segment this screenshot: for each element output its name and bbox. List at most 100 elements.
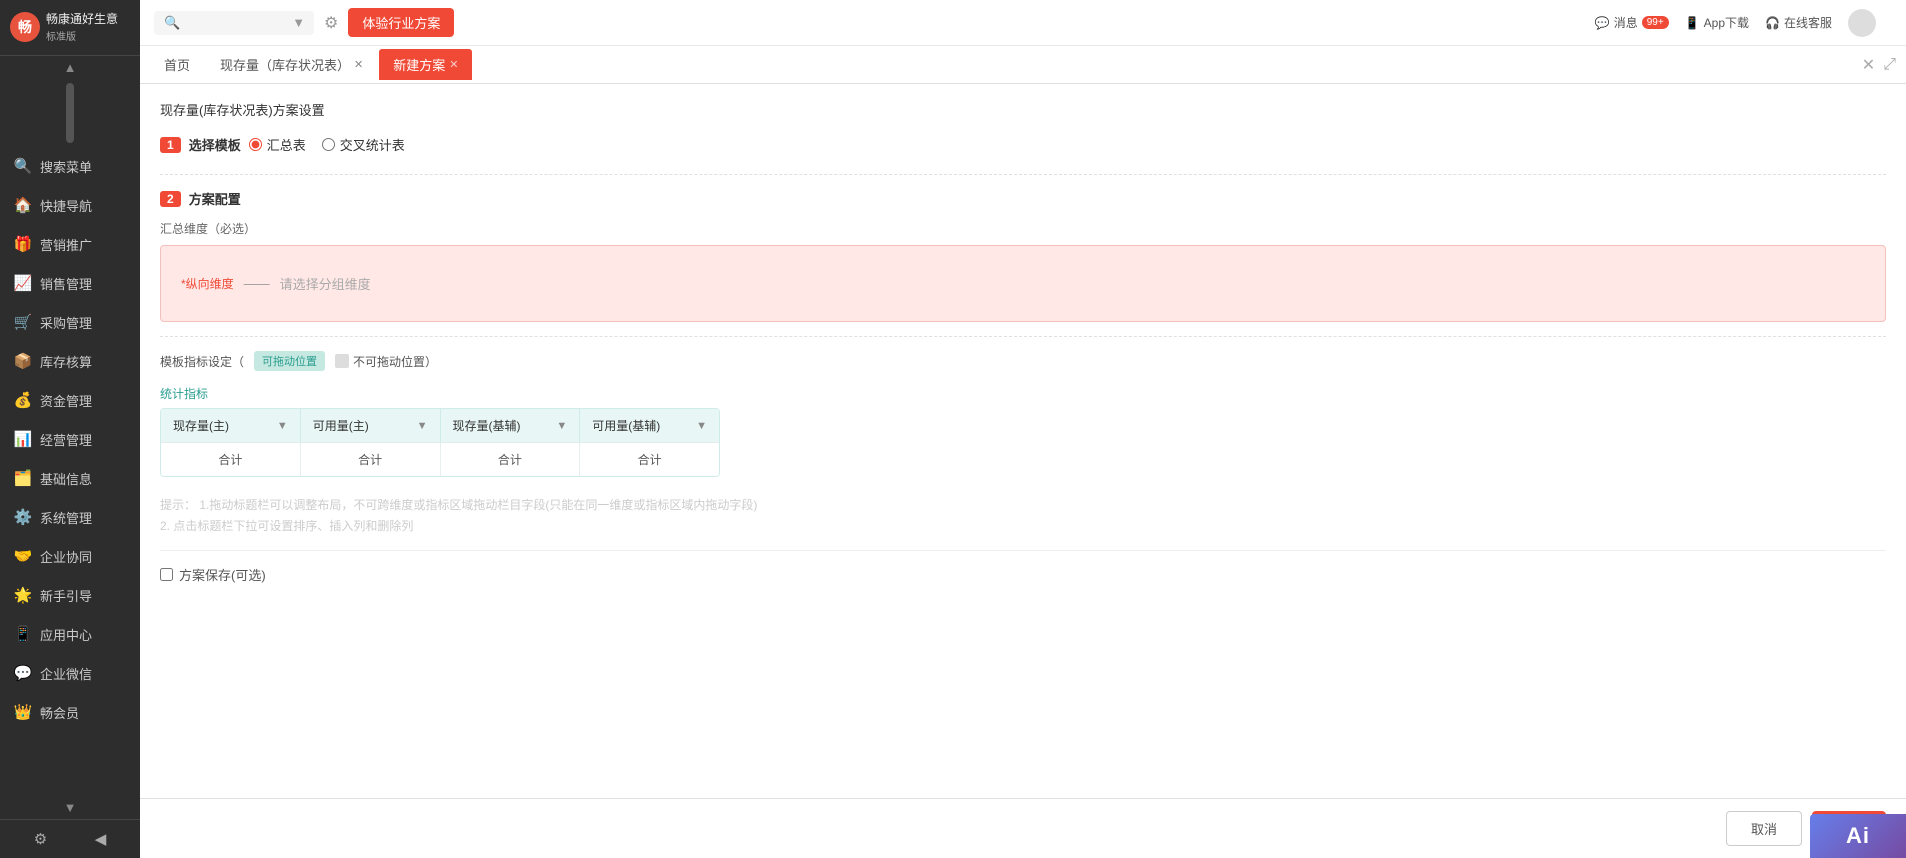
step2-section: 2 方案配置 汇总维度（必选） *纵向维度 —— 请选择分组维度 模板指标设定（… — [160, 189, 1886, 584]
step1-section: 1 选择模板 汇总表 交叉统计表 — [160, 135, 1886, 154]
sidebar-item-inventory[interactable]: 📦 库存核算 — [0, 342, 140, 381]
col-chevron-0[interactable]: ▼ — [277, 420, 288, 432]
summary-table-radio[interactable]: 汇总表 — [249, 135, 306, 154]
save-checkbox[interactable] — [160, 568, 173, 581]
sidebar-item-appstore[interactable]: 📱 应用中心 — [0, 615, 140, 654]
sidebar-item-label: 新手引导 — [40, 586, 92, 605]
tips-area: 提示： 1.拖动标题栏可以调整布局，不可跨维度或指标区域拖动栏目字段(只能在同一… — [160, 496, 1886, 534]
sidebar-item-label: 基础信息 — [40, 469, 92, 488]
sidebar-item-label: 库存核算 — [40, 352, 92, 371]
sidebar-item-label: 企业微信 — [40, 664, 92, 683]
crosstab-radio-input[interactable] — [322, 138, 335, 151]
fixed-indicator: 不可拖动位置） — [335, 353, 437, 370]
summary-radio-input[interactable] — [249, 138, 262, 151]
stats-table-row: 合计 合计 合计 合计 — [161, 442, 719, 476]
sidebar-scrollbar[interactable] — [66, 83, 74, 143]
col-chevron-3[interactable]: ▼ — [696, 420, 707, 432]
new-plan-tab-close-icon[interactable]: ✕ — [449, 58, 458, 71]
template-radio-group: 汇总表 交叉统计表 — [249, 135, 405, 154]
sidebar-scroll-down[interactable]: ▼ — [0, 796, 140, 819]
headset-icon: 🎧 — [1765, 16, 1780, 30]
sidebar-item-search[interactable]: 🔍 搜索菜单 — [0, 147, 140, 186]
search-menu-icon: 🔍 — [14, 157, 32, 175]
topbar-right: 💬 消息 99+ 📱 App下载 🎧 在线客服 — [1595, 9, 1892, 37]
sidebar-item-sales[interactable]: 📈 销售管理 — [0, 264, 140, 303]
search-input[interactable] — [186, 16, 286, 30]
section-divider — [160, 174, 1886, 175]
inventory-tab-label: 现存量（库存状况表） — [220, 55, 350, 74]
sidebar-item-shortcut[interactable]: 🏠 快捷导航 — [0, 186, 140, 225]
message-label: 消息 — [1614, 14, 1638, 31]
stats-col-0: 现存量(主) ▼ — [161, 409, 301, 442]
sidebar-item-label: 采购管理 — [40, 313, 92, 332]
search-box[interactable]: 🔍 ▼ — [154, 11, 314, 35]
col-chevron-2[interactable]: ▼ — [556, 420, 567, 432]
tab-inventory[interactable]: 现存量（库存状况表） ✕ — [206, 49, 377, 80]
app-label: App下载 — [1704, 14, 1749, 31]
search-chevron-icon[interactable]: ▼ — [292, 15, 305, 30]
sidebar-item-basics[interactable]: 🗂️ 基础信息 — [0, 459, 140, 498]
logo-icon: 畅 — [10, 12, 40, 42]
gear-icon[interactable]: ⚙ — [324, 13, 338, 33]
window-close-button[interactable]: ✕ — [1862, 55, 1875, 75]
crosstab-radio[interactable]: 交叉统计表 — [322, 135, 405, 154]
col-name-3: 可用量(基辅) — [592, 417, 660, 434]
sales-icon: 📈 — [14, 274, 32, 292]
collapse-icon[interactable]: ◀ — [95, 830, 107, 848]
stats-cell-2: 合计 — [441, 443, 581, 476]
col-name-0: 现存量(主) — [173, 417, 229, 434]
online-service-button[interactable]: 🎧 在线客服 — [1765, 14, 1832, 31]
step2-header: 2 方案配置 — [160, 189, 1886, 208]
message-button[interactable]: 💬 消息 99+ — [1595, 14, 1669, 31]
stats-col-3: 可用量(基辅) ▼ — [580, 409, 719, 442]
wechat-icon: 💬 — [14, 664, 32, 682]
message-badge: 99+ — [1642, 16, 1669, 29]
shortcut-icon: 🏠 — [14, 196, 32, 214]
industry-plan-button[interactable]: 体验行业方案 — [348, 8, 454, 37]
inventory-tab-close-icon[interactable]: ✕ — [354, 58, 363, 71]
sidebar-item-finance[interactable]: 💰 资金管理 — [0, 381, 140, 420]
new-plan-tab-label: 新建方案 — [393, 55, 445, 74]
fixed-indicator-label: 不可拖动位置） — [353, 353, 437, 370]
bottom-bar: 取消 查询 — [140, 798, 1906, 858]
sidebar-item-label: 营销推广 — [40, 235, 92, 254]
sidebar-item-label: 应用中心 — [40, 625, 92, 644]
indicator-setting-label: 模板指标设定（ — [160, 353, 244, 370]
sidebar-item-system[interactable]: ⚙️ 系统管理 — [0, 498, 140, 537]
step1-title: 选择模板 — [189, 135, 241, 154]
save-checkbox-row: 方案保存(可选) — [160, 550, 1886, 584]
col-chevron-1[interactable]: ▼ — [417, 420, 428, 432]
fixed-indicator-box — [335, 354, 349, 368]
sidebar-item-purchase[interactable]: 🛒 采购管理 — [0, 303, 140, 342]
user-avatar[interactable] — [1848, 9, 1876, 37]
dim-section-label: 汇总维度（必选） — [160, 220, 1886, 237]
tab-new-plan[interactable]: 新建方案 ✕ — [379, 49, 472, 80]
sidebar-item-newbie[interactable]: 🌟 新手引导 — [0, 576, 140, 615]
settings-icon[interactable]: ⚙ — [34, 830, 47, 848]
app-sub: 标准版 — [46, 28, 118, 43]
cancel-button[interactable]: 取消 — [1726, 811, 1802, 846]
dim-row-label: *纵向维度 — [181, 275, 234, 292]
content-inner: 现存量(库存状况表)方案设置 1 选择模板 汇总表 交叉统计表 — [140, 84, 1906, 798]
ai-badge[interactable]: Ai — [1810, 814, 1906, 858]
home-tab-label: 首页 — [164, 55, 190, 74]
dimension-box: *纵向维度 —— 请选择分组维度 — [160, 245, 1886, 322]
tab-home[interactable]: 首页 — [150, 49, 204, 80]
sidebar-item-enterprise[interactable]: 🤝 企业协同 — [0, 537, 140, 576]
indicator-setting-row: 模板指标设定（ 可拖动位置 不可拖动位置） — [160, 351, 1886, 371]
step1-badge: 1 — [160, 137, 181, 153]
sidebar-item-wechat[interactable]: 💬 企业微信 — [0, 654, 140, 693]
sidebar-scroll-up[interactable]: ▲ — [0, 56, 140, 79]
sidebar-item-operations[interactable]: 📊 经营管理 — [0, 420, 140, 459]
operations-icon: 📊 — [14, 430, 32, 448]
app-download-button[interactable]: 📱 App下载 — [1685, 14, 1749, 31]
dim-separator: —— — [244, 276, 270, 291]
window-expand-button[interactable]: ⤢ — [1883, 56, 1896, 74]
app-name: 畅康通好生意 — [46, 12, 118, 28]
dim-placeholder[interactable]: 请选择分组维度 — [280, 274, 371, 293]
sidebar-item-member[interactable]: 👑 畅会员 — [0, 693, 140, 732]
step2-badge: 2 — [160, 191, 181, 207]
sidebar-item-marketing[interactable]: 🎁 营销推广 — [0, 225, 140, 264]
step1-header: 1 选择模板 汇总表 交叉统计表 — [160, 135, 1886, 154]
sidebar-item-label: 经营管理 — [40, 430, 92, 449]
